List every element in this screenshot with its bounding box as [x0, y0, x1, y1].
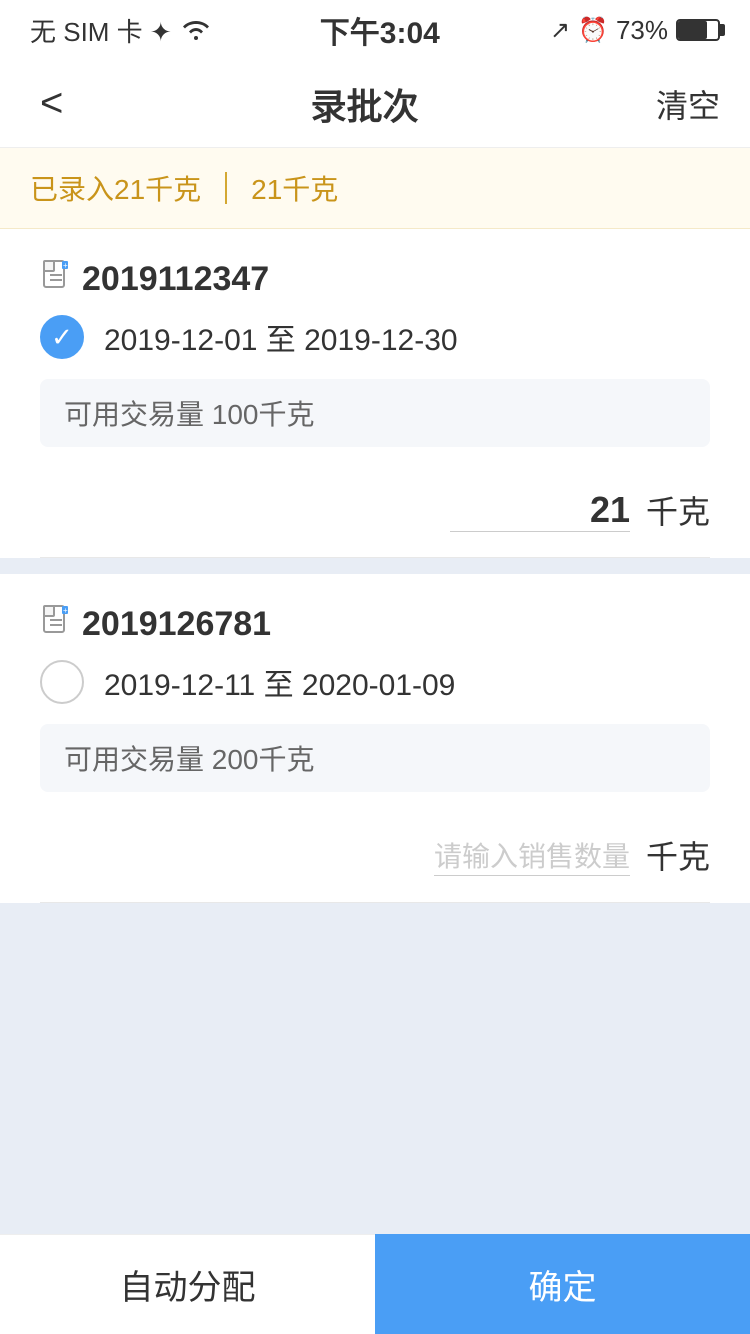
clear-button[interactable]: 清空 [656, 81, 720, 127]
qty-underline-1[interactable]: 21 [450, 489, 630, 532]
checkmark-2: ✓ [51, 667, 73, 698]
status-left: 无 SIM 卡 ✦ [30, 12, 210, 49]
status-right: ↗ ⏰ 73% [550, 15, 720, 46]
info-label: 已录入21千克 [30, 168, 201, 208]
qty-unit-2: 千克 [646, 832, 710, 878]
qty-placeholder-2: 请输入销售数量 [434, 835, 630, 875]
info-divider [225, 172, 227, 204]
alarm-icon: ⏰ [578, 16, 608, 45]
status-bar: 无 SIM 卡 ✦ 下午3:04 ↗ ⏰ 73% [0, 0, 750, 60]
empty-area [0, 903, 750, 1283]
available-qty-2: 可用交易量 200千克 [40, 724, 710, 792]
battery-percent: 73% [616, 15, 668, 46]
available-qty-1: 可用交易量 100千克 [40, 379, 710, 447]
batch-id-2: 2019126781 [82, 605, 271, 644]
qty-input-row-2[interactable]: 请输入销售数量 千克 [40, 812, 710, 902]
batch-id-row-1: + 2019112347 [40, 259, 710, 299]
wifi-icon [182, 20, 210, 40]
batch-date-1: 2019-12-01 至 2019-12-30 [104, 315, 458, 359]
svg-text:+: + [63, 606, 68, 615]
checkmark-1: ✓ [51, 322, 73, 353]
batch-radio-1[interactable]: ✓ [40, 315, 84, 359]
battery-icon [676, 19, 720, 41]
back-button[interactable]: < [30, 71, 73, 136]
status-time: 下午3:04 [320, 8, 440, 52]
info-value: 21千克 [251, 168, 338, 208]
batch-radio-2[interactable]: ✓ [40, 660, 84, 704]
batch-icon-2: + [40, 604, 72, 644]
qty-value-1: 21 [590, 489, 630, 531]
batch-date-row-1[interactable]: ✓ 2019-12-01 至 2019-12-30 [40, 315, 710, 359]
batch-icon-1: + [40, 259, 72, 299]
confirm-button[interactable]: 确定 [375, 1234, 750, 1334]
qty-input-row-1[interactable]: 21 千克 [40, 467, 710, 557]
bottom-bar: 自动分配 确定 [0, 1234, 750, 1334]
page-title: 录批次 [311, 78, 419, 130]
sim-label: 无 SIM 卡 ✦ [30, 12, 172, 49]
batch-card-2: + 2019126781 ✓ 2019-12-11 至 2020-01-09 可… [0, 574, 750, 903]
svg-text:+: + [63, 261, 68, 270]
qty-unit-1: 千克 [646, 487, 710, 533]
batch-date-row-2[interactable]: ✓ 2019-12-11 至 2020-01-09 [40, 660, 710, 704]
batch-card-1: + 2019112347 ✓ 2019-12-01 至 2019-12-30 可… [0, 229, 750, 558]
section-divider [0, 558, 750, 574]
auto-distribute-button[interactable]: 自动分配 [0, 1234, 375, 1334]
location-icon: ↗ [550, 16, 570, 45]
batch-id-1: 2019112347 [82, 260, 269, 299]
batch-date-2: 2019-12-11 至 2020-01-09 [104, 660, 455, 704]
nav-bar: < 录批次 清空 [0, 60, 750, 148]
info-banner: 已录入21千克 21千克 [0, 148, 750, 229]
batch-id-row-2: + 2019126781 [40, 604, 710, 644]
qty-underline-2[interactable]: 请输入销售数量 [434, 835, 630, 876]
